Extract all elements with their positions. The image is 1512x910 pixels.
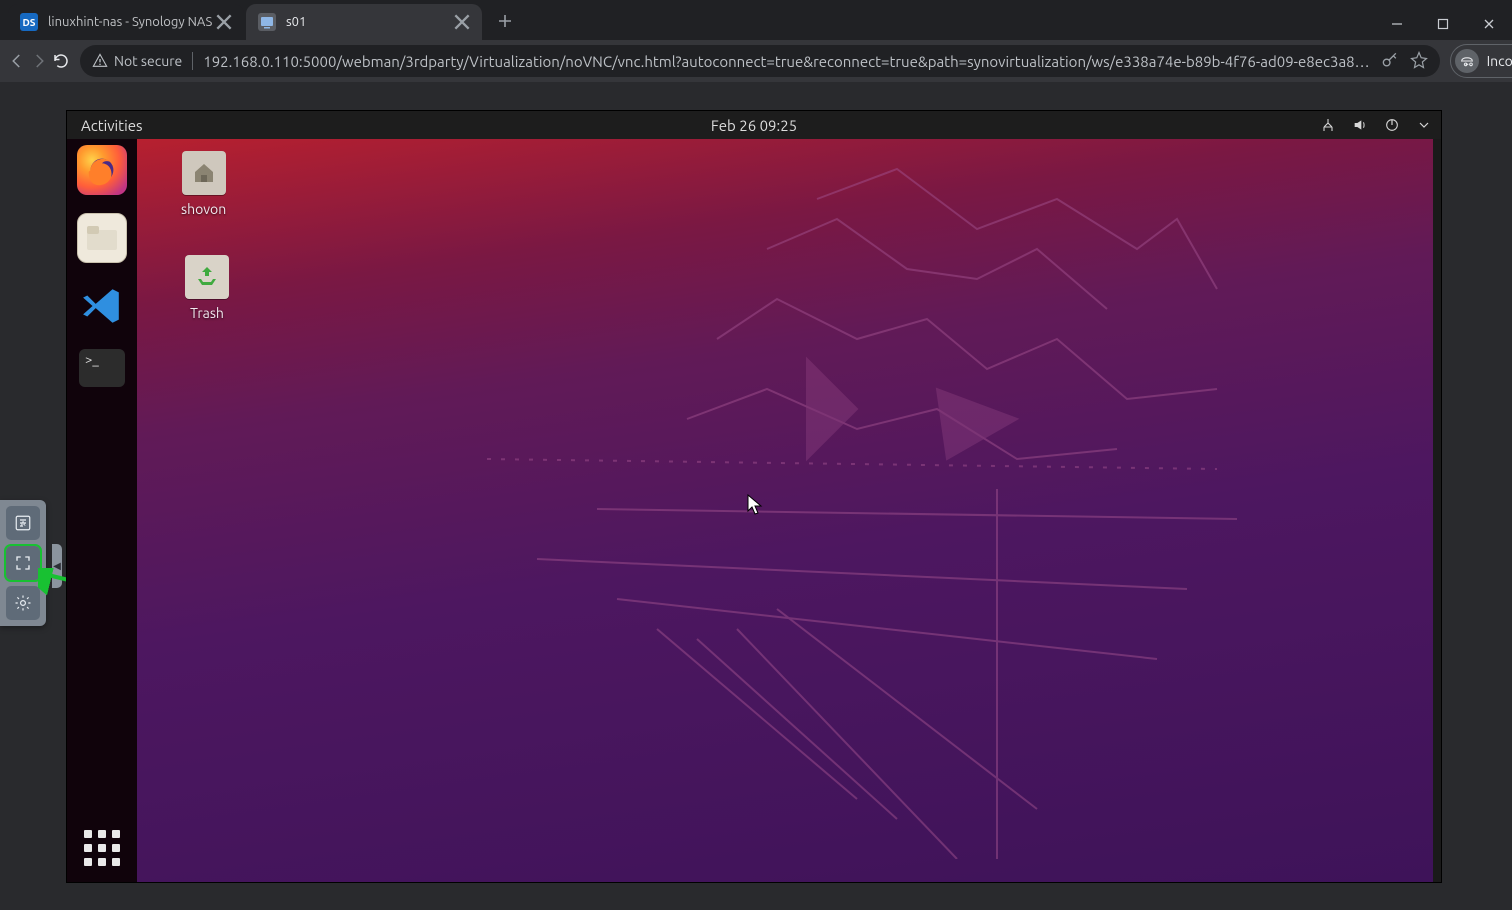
clock-label[interactable]: Feb 26 09:25 xyxy=(711,117,797,134)
favicon-vm-icon xyxy=(258,13,276,31)
tab-title: linuxhint-nas - Synology NAS xyxy=(48,15,214,29)
tab-s01[interactable]: s01 xyxy=(246,4,482,40)
tab-strip: DS linuxhint-nas - Synology NAS s01 xyxy=(0,0,1374,40)
network-icon[interactable] xyxy=(1319,116,1337,134)
page-key-icon[interactable] xyxy=(1380,50,1400,73)
dock-files[interactable] xyxy=(77,213,127,263)
tab-title: s01 xyxy=(286,15,452,29)
novnc-keyboard-button[interactable]: A xyxy=(6,506,40,540)
new-tab-button[interactable] xyxy=(490,6,520,36)
desktop-icon-label: Trash xyxy=(185,305,229,321)
firefox-icon xyxy=(83,151,121,189)
vnc-remote-screen[interactable]: Activities Feb 26 09:25 xyxy=(67,111,1441,882)
volume-icon[interactable] xyxy=(1351,116,1369,134)
incognito-icon xyxy=(1455,49,1479,73)
chevron-down-icon[interactable] xyxy=(1415,116,1433,134)
novnc-settings-button[interactable] xyxy=(6,586,40,620)
dock-firefox[interactable] xyxy=(77,145,127,195)
gnome-top-bar: Activities Feb 26 09:25 xyxy=(67,111,1441,139)
minimize-button[interactable] xyxy=(1374,8,1420,40)
novnc-control-bar: A xyxy=(0,500,46,626)
omnibox-divider xyxy=(192,52,193,70)
dock-vscode[interactable] xyxy=(77,281,127,331)
window-controls xyxy=(1374,8,1512,40)
trash-icon xyxy=(185,255,229,299)
mouse-cursor-icon xyxy=(747,494,763,516)
page-viewport: A ◀ Activities Feb 26 09:25 xyxy=(0,82,1512,910)
vnc-vertical-scrollbar[interactable] xyxy=(1433,139,1441,882)
wallpaper-cat-icon xyxy=(337,159,1237,859)
ubuntu-desktop-area: >_ xyxy=(67,139,1441,882)
maximize-button[interactable] xyxy=(1420,8,1466,40)
incognito-indicator[interactable]: Incognito xyxy=(1450,44,1512,78)
favicon-dsm-icon: DS xyxy=(20,13,38,31)
terminal-icon: >_ xyxy=(85,353,99,367)
security-indicator[interactable]: Not secure xyxy=(92,53,182,69)
browser-window: DS linuxhint-nas - Synology NAS s01 xyxy=(0,0,1512,910)
desktop-home-folder[interactable]: shovon xyxy=(181,151,226,217)
novnc-fullscreen-button[interactable] xyxy=(6,546,40,580)
close-icon[interactable] xyxy=(452,12,472,32)
ubuntu-dock: >_ xyxy=(67,139,137,882)
home-folder-icon xyxy=(182,151,226,195)
svg-text:A: A xyxy=(21,520,26,528)
dock-terminal[interactable]: >_ xyxy=(79,349,125,387)
tab-linuxhint-nas[interactable]: DS linuxhint-nas - Synology NAS xyxy=(8,4,244,40)
close-icon[interactable] xyxy=(214,12,234,32)
files-icon xyxy=(87,226,117,250)
back-button[interactable] xyxy=(8,44,26,78)
forward-button[interactable] xyxy=(30,44,48,78)
close-window-button[interactable] xyxy=(1466,8,1512,40)
desktop-icon-label: shovon xyxy=(181,201,226,217)
browser-toolbar: Not secure 192.168.0.110:5000/webman/3rd… xyxy=(0,40,1512,82)
titlebar: DS linuxhint-nas - Synology NAS s01 xyxy=(0,0,1512,40)
activities-button[interactable]: Activities xyxy=(81,117,143,134)
address-bar[interactable]: Not secure 192.168.0.110:5000/webman/3rd… xyxy=(80,45,1440,77)
power-icon[interactable] xyxy=(1383,116,1401,134)
show-applications-button[interactable] xyxy=(82,828,122,868)
bookmark-star-icon[interactable] xyxy=(1410,51,1428,72)
url-text: 192.168.0.110:5000/webman/3rdparty/Virtu… xyxy=(203,53,1369,70)
ubuntu-desktop-wallpaper[interactable]: shovon Trash xyxy=(137,139,1441,882)
vscode-icon xyxy=(81,285,123,327)
desktop-trash[interactable]: Trash xyxy=(185,255,229,321)
novnc-handle[interactable]: ◀ xyxy=(52,544,62,588)
security-label: Not secure xyxy=(114,53,182,69)
warning-icon xyxy=(92,53,108,69)
incognito-label: Incognito xyxy=(1487,53,1512,69)
reload-button[interactable] xyxy=(52,44,70,78)
